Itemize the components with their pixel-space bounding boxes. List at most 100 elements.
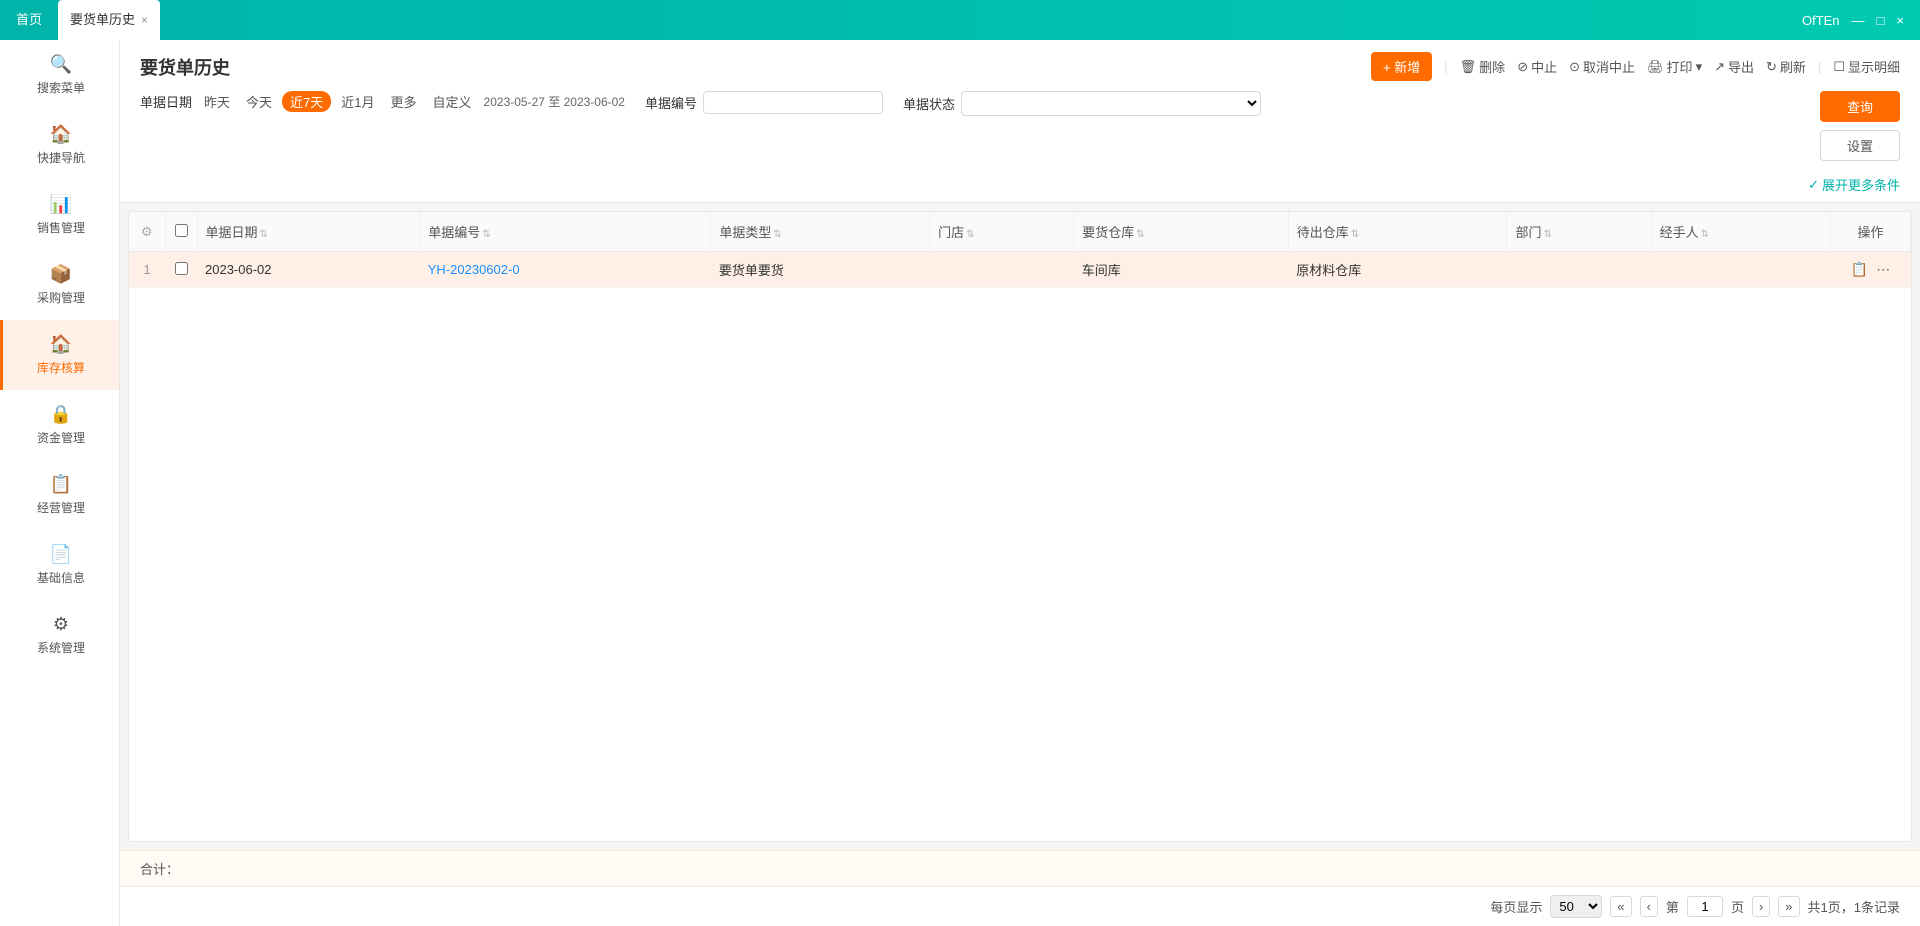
close-tab-icon[interactable]: × — [141, 0, 148, 40]
expand-more-button[interactable]: ✓ 展开更多条件 — [1808, 175, 1900, 194]
sidebar-item-basic[interactable]: 📄 基础信息 — [0, 530, 119, 600]
filter-bar: 单据日期 昨天 今天 近7天 近1月 更多 自定义 2023-05-27 至 2… — [140, 91, 1900, 171]
col-req-wh-label: 要货仓库 — [1082, 225, 1134, 240]
last-page-button[interactable]: » — [1778, 896, 1799, 917]
col-pending-wh: 待出仓库⇅ — [1288, 212, 1507, 252]
shortcut-custom[interactable]: 自定义 — [427, 91, 478, 112]
row-handler — [1651, 252, 1830, 288]
data-table: ⚙ 单据日期⇅ 单据编号⇅ 单据类型⇅ 门店⇅ 要货仓库⇅ 待出仓库⇅ 部门⇅ … — [129, 212, 1911, 288]
refresh-button[interactable]: ↻ 刷新 — [1766, 57, 1806, 76]
sidebar-label-finance: 资金管理 — [37, 429, 85, 446]
maximize-icon[interactable]: □ — [1877, 13, 1885, 28]
home-icon: 🏠 — [50, 124, 72, 145]
sidebar-item-operation[interactable]: 📋 经营管理 — [0, 460, 119, 530]
sidebar-item-inventory[interactable]: 🏠 库存核算 — [0, 320, 119, 390]
row-checkbox-cell[interactable] — [165, 252, 197, 288]
shortcut-yesterday[interactable]: 昨天 — [198, 91, 236, 112]
table-header-row: ⚙ 单据日期⇅ 单据编号⇅ 单据类型⇅ 门店⇅ 要货仓库⇅ 待出仓库⇅ 部门⇅ … — [129, 212, 1911, 252]
col-date-label: 单据日期 — [206, 225, 258, 240]
col-doctype-label: 单据类型 — [719, 225, 771, 240]
print-button[interactable]: 🖨 打印 ▾ — [1647, 57, 1702, 76]
next-page-button[interactable]: › — [1752, 896, 1770, 917]
checkbox-col-header[interactable] — [165, 212, 197, 252]
doc-status-select[interactable] — [961, 91, 1261, 116]
sidebar-label-system: 系统管理 — [37, 639, 85, 656]
inventory-icon: 🏠 — [50, 334, 72, 355]
summary-label: 合计： — [140, 862, 179, 877]
col-docno: 单据编号⇅ — [420, 212, 711, 252]
sort-icon-req-wh[interactable]: ⇅ — [1136, 229, 1144, 240]
edit-icon[interactable]: 📋 — [1851, 261, 1868, 278]
shortcut-1month[interactable]: 近1月 — [335, 91, 380, 112]
first-page-button[interactable]: « — [1610, 896, 1631, 917]
show-detail-button[interactable]: ☐ 显示明细 — [1833, 57, 1900, 76]
sidebar-item-quick-nav[interactable]: 🏠 快捷导航 — [0, 110, 119, 180]
sort-icon-dept[interactable]: ⇅ — [1543, 229, 1551, 240]
doc-no-input[interactable] — [703, 91, 883, 114]
sidebar-item-system[interactable]: ⚙ 系统管理 — [0, 600, 119, 670]
toolbar: + 新增 | 🗑 删除 ⊘ 中止 ⊙ 取消中止 🖨 — [1371, 52, 1900, 81]
col-dept: 部门⇅ — [1507, 212, 1651, 252]
sort-icon-doctype[interactable]: ⇅ — [773, 229, 781, 240]
page-size-select[interactable]: 50 20 100 200 — [1550, 895, 1602, 918]
sort-icon-store[interactable]: ⇅ — [966, 229, 974, 240]
detail-checkbox-icon: ☐ — [1833, 59, 1845, 75]
sidebar-label-purchase: 采购管理 — [37, 289, 85, 306]
doc-status-label: 单据状态 — [903, 94, 955, 113]
row-pending-wh: 原材料仓库 — [1288, 252, 1507, 288]
sidebar-label-sales: 销售管理 — [37, 219, 85, 236]
often-label: OfTEn — [1802, 13, 1840, 28]
setting-button[interactable]: 设置 — [1820, 130, 1900, 161]
col-doctype: 单据类型⇅ — [711, 212, 930, 252]
sidebar-label-basic: 基础信息 — [37, 569, 85, 586]
top-bar: 首页 要货单历史 × OfTEn — □ × — [0, 0, 1920, 40]
row-checkbox[interactable] — [175, 262, 188, 275]
col-docno-label: 单据编号 — [428, 225, 480, 240]
active-tab-label: 要货单历史 — [70, 0, 135, 40]
select-all-checkbox[interactable] — [175, 224, 188, 237]
page-header: 要货单历史 + 新增 | 🗑 删除 ⊘ 中止 ⊙ 取消中止 — [120, 40, 1920, 203]
home-tab[interactable]: 首页 — [0, 0, 58, 40]
sidebar-item-finance[interactable]: 🔒 资金管理 — [0, 390, 119, 460]
print-dropdown-icon[interactable]: ▾ — [1696, 59, 1703, 75]
gear-icon: ⚙ — [53, 614, 69, 635]
settings-col-header[interactable]: ⚙ — [129, 212, 165, 252]
more-icon[interactable]: ⋯ — [1876, 261, 1890, 278]
cancel-stop-button[interactable]: ⊙ 取消中止 — [1569, 57, 1635, 76]
row-docno-link[interactable]: YH-20230602-0 — [428, 262, 520, 277]
shortcut-more[interactable]: 更多 — [385, 91, 423, 112]
shortcut-today[interactable]: 今天 — [240, 91, 278, 112]
sidebar-item-search[interactable]: 🔍 搜索菜单 — [0, 40, 119, 110]
query-button[interactable]: 查询 — [1820, 91, 1900, 122]
export-button[interactable]: ↗ 导出 — [1714, 57, 1754, 76]
date-range-text: 2023-05-27 至 2023-06-02 — [484, 93, 625, 110]
doc-icon: 📄 — [50, 544, 72, 565]
page-title: 要货单历史 — [140, 54, 230, 80]
stop-icon: ⊘ — [1517, 59, 1528, 75]
chevron-down-icon: ✓ — [1808, 177, 1819, 193]
sidebar-item-purchase[interactable]: 📦 采购管理 — [0, 250, 119, 320]
date-shortcuts: 昨天 今天 近7天 近1月 更多 自定义 — [198, 91, 478, 112]
row-doctype: 要货单要货 — [711, 252, 930, 288]
page-size-label: 每页显示 — [1490, 897, 1542, 916]
sort-icon-docno[interactable]: ⇅ — [482, 229, 490, 240]
sort-icon-pending-wh[interactable]: ⇅ — [1351, 229, 1359, 240]
col-store: 门店⇅ — [930, 212, 1074, 252]
sidebar: 🔍 搜索菜单 🏠 快捷导航 📊 销售管理 📦 采购管理 🏠 库存核算 🔒 资金管… — [0, 40, 120, 926]
box-icon: 📦 — [50, 264, 72, 285]
prev-page-button[interactable]: ‹ — [1640, 896, 1658, 917]
minimize-icon[interactable]: — — [1852, 13, 1865, 28]
page-number-input[interactable] — [1687, 896, 1723, 917]
sidebar-item-sales[interactable]: 📊 销售管理 — [0, 180, 119, 250]
filter-actions: 查询 设置 — [1820, 91, 1900, 161]
window-close-icon[interactable]: × — [1896, 13, 1904, 28]
chart-icon: 📊 — [50, 194, 72, 215]
stop-button[interactable]: ⊘ 中止 — [1517, 57, 1557, 76]
delete-button[interactable]: 🗑 删除 — [1460, 57, 1506, 76]
add-button[interactable]: + 新增 — [1371, 52, 1432, 81]
sort-icon-date[interactable]: ⇅ — [260, 229, 268, 240]
row-op-cell: 📋 ⋯ — [1831, 252, 1911, 288]
active-tab[interactable]: 要货单历史 × — [58, 0, 160, 40]
sort-icon-handler[interactable]: ⇅ — [1701, 229, 1709, 240]
shortcut-7days[interactable]: 近7天 — [282, 91, 331, 112]
